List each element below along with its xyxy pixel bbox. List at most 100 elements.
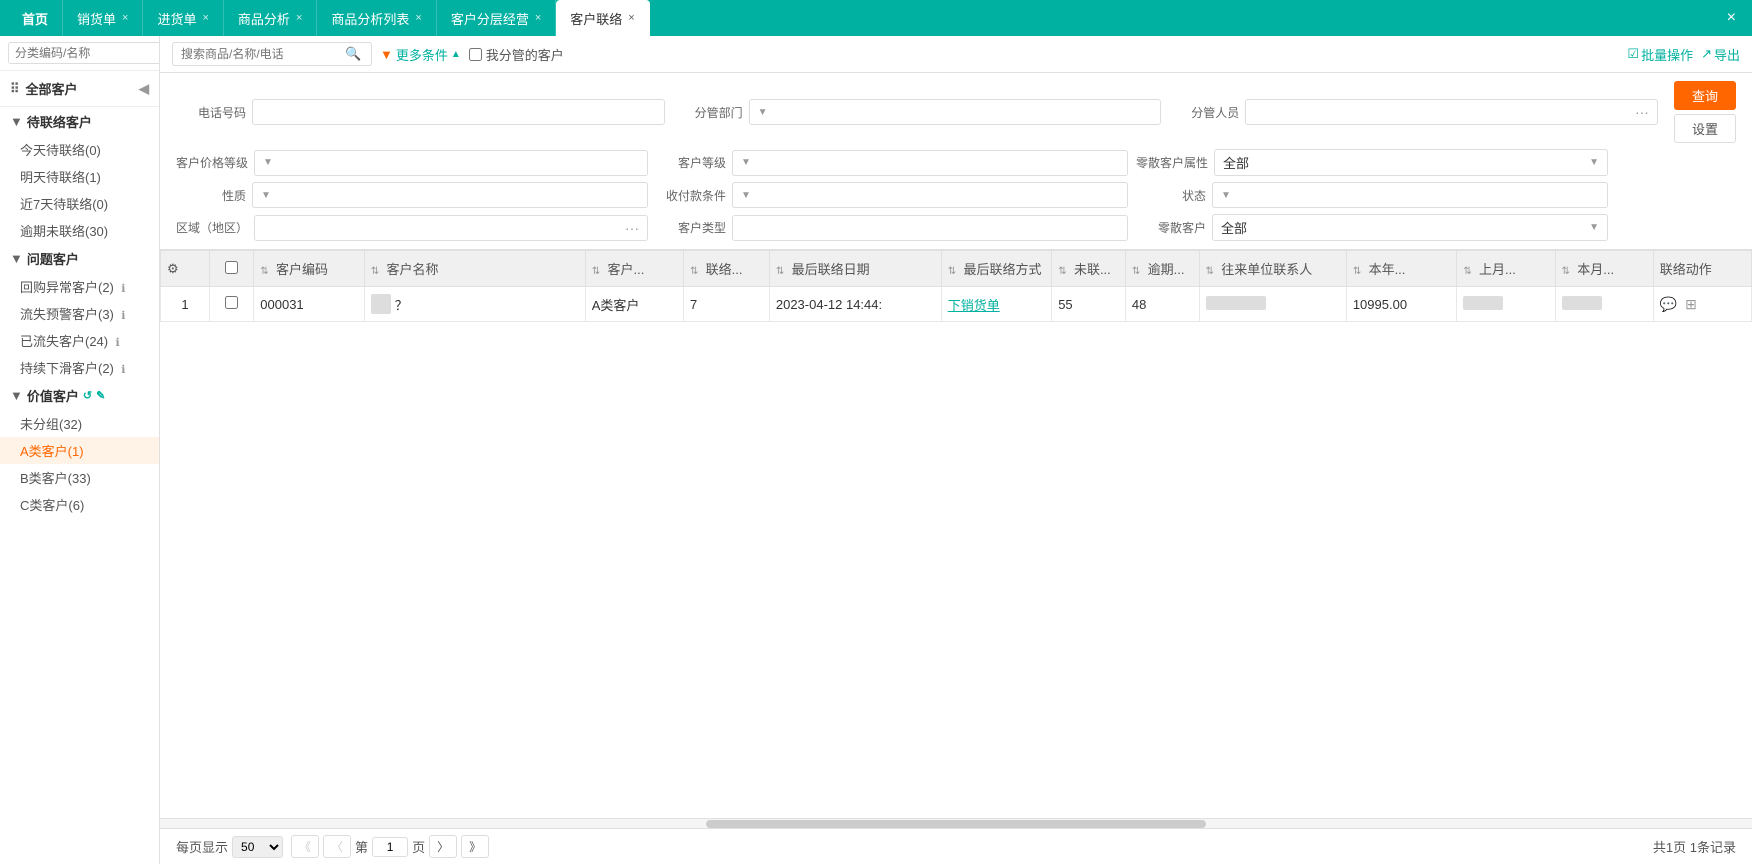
- th-contact[interactable]: ⇅ 联络...: [683, 251, 769, 287]
- page-nav: 《 〈 第 页 〉 》: [291, 835, 489, 858]
- filter-retail-attr-select[interactable]: 全部 ▼: [1214, 149, 1608, 176]
- close-app-button[interactable]: ×: [1719, 9, 1744, 27]
- th-grade[interactable]: ⇅ 客户...: [585, 251, 683, 287]
- per-page-area: 每页显示 50 20 100: [176, 836, 283, 858]
- filter-nature-select[interactable]: ▼: [252, 182, 648, 208]
- cell-last-month: [1457, 287, 1555, 322]
- comment-icon[interactable]: 💬: [1660, 296, 1677, 313]
- refresh-icon[interactable]: ↺: [83, 389, 92, 402]
- last-way-link[interactable]: 下销货单: [948, 298, 1000, 313]
- search-icon[interactable]: 🔍: [345, 46, 361, 62]
- edit-icon[interactable]: ✎: [96, 389, 105, 402]
- main-layout: 🔍 ⠿ 全部客户 ◀ ▼ 待联络客户 今天待联络(0) 明天待联络(1) 近7天…: [0, 36, 1752, 864]
- th-last-way[interactable]: ⇅ 最后联络方式: [941, 251, 1051, 287]
- qr-icon[interactable]: ⊞: [1685, 296, 1697, 313]
- filter-payment-select[interactable]: ▼: [732, 182, 1128, 208]
- nav-tab-purchase[interactable]: 进货单 ×: [143, 0, 223, 36]
- filter-customer-grade-select[interactable]: ▼: [732, 150, 1128, 176]
- prev-page-button[interactable]: 〈: [323, 835, 351, 858]
- last-page-button[interactable]: 》: [461, 835, 489, 858]
- batch-op-button[interactable]: ☑ 批量操作: [1627, 45, 1693, 64]
- search-box: 🔍: [172, 42, 372, 66]
- filter-retail-customer-select[interactable]: 全部 ▼: [1212, 214, 1608, 241]
- sidebar-item-abnormal[interactable]: 回购异常客户(2) ℹ: [0, 273, 159, 300]
- th-check[interactable]: [210, 251, 254, 287]
- nav-tab-home[interactable]: 首页: [8, 0, 63, 36]
- row-checkbox[interactable]: [225, 296, 238, 309]
- th-last-month[interactable]: ⇅ 上月...: [1457, 251, 1555, 287]
- checkbox-icon: ☑: [1627, 46, 1639, 62]
- filter-manager-select[interactable]: ···: [1245, 99, 1658, 125]
- search-input[interactable]: [181, 47, 341, 61]
- filter-price-grade-select[interactable]: ▼: [254, 150, 648, 176]
- th-name[interactable]: ⇅ 客户名称: [364, 251, 585, 287]
- per-page-select[interactable]: 50 20 100: [232, 836, 283, 858]
- next-page-button[interactable]: 〉: [429, 835, 457, 858]
- horizontal-scrollbar[interactable]: [160, 818, 1752, 828]
- th-this-year[interactable]: ⇅ 本年...: [1346, 251, 1456, 287]
- nav-tab-customer-contact[interactable]: 客户联络 ×: [556, 0, 649, 36]
- close-tab-customer-contact[interactable]: ×: [628, 12, 634, 24]
- my-customers-checkbox[interactable]: [469, 48, 482, 61]
- nav-tab-sales[interactable]: 销货单 ×: [63, 0, 143, 36]
- filter-customer-type-input[interactable]: [732, 215, 1128, 241]
- setting-button[interactable]: 设置: [1674, 114, 1736, 143]
- filter-customer-grade: 客户等级 ▼: [656, 150, 1128, 176]
- chevron-down-icon: ▼: [263, 157, 273, 168]
- sidebar-item-7days[interactable]: 近7天待联络(0): [0, 190, 159, 217]
- scrollbar-thumb[interactable]: [706, 820, 1206, 828]
- settings-icon[interactable]: ⚙: [167, 261, 179, 276]
- sidebar-item-today[interactable]: 今天待联络(0): [0, 136, 159, 163]
- filter-region-select[interactable]: ···: [254, 215, 648, 241]
- more-filter-button[interactable]: ▼ 更多条件 ▲: [380, 45, 461, 64]
- sidebar-item-overdue[interactable]: 逾期未联络(30): [0, 217, 159, 244]
- nav-tab-goods-analysis[interactable]: 商品分析 ×: [224, 0, 317, 36]
- th-last-date[interactable]: ⇅ 最后联络日期: [769, 251, 941, 287]
- sidebar-item-declining[interactable]: 持续下滑客户(2) ℹ: [0, 354, 159, 381]
- query-button[interactable]: 查询: [1674, 81, 1736, 110]
- arrow-icon: ▼: [10, 251, 23, 266]
- th-this-month[interactable]: ⇅ 本月...: [1555, 251, 1653, 287]
- th-overdue[interactable]: ⇅ 逾期...: [1125, 251, 1199, 287]
- filter-dept-select[interactable]: ▼: [749, 99, 1162, 125]
- sidebar-group-value[interactable]: ▼ 价值客户 ↺ ✎: [0, 381, 159, 410]
- my-customers-checkbox-area[interactable]: 我分管的客户: [469, 45, 564, 64]
- sidebar-item-a-class[interactable]: A类客户(1): [0, 437, 159, 464]
- sidebar-item-unclassified[interactable]: 未分组(32): [0, 410, 159, 437]
- close-tab-goods-analysis[interactable]: ×: [296, 12, 302, 24]
- info-icon: ℹ: [115, 337, 119, 349]
- top-nav: 首页 销货单 × 进货单 × 商品分析 × 商品分析列表 × 客户分层经营 × …: [0, 0, 1752, 36]
- close-tab-sales[interactable]: ×: [122, 12, 128, 24]
- th-contact-person[interactable]: ⇅ 往来单位联系人: [1199, 251, 1346, 287]
- nav-tab-goods-list[interactable]: 商品分析列表 ×: [317, 0, 436, 36]
- per-page-label: 每页显示: [176, 837, 228, 856]
- sidebar-group-problem[interactable]: ▼ 问题客户: [0, 244, 159, 273]
- cell-check[interactable]: [210, 287, 254, 322]
- select-all-checkbox[interactable]: [225, 261, 238, 274]
- sidebar-item-b-class[interactable]: B类客户(33): [0, 464, 159, 491]
- info-icon: ℹ: [121, 310, 125, 322]
- close-tab-goods-list[interactable]: ×: [415, 12, 421, 24]
- page-input[interactable]: [372, 837, 408, 857]
- sort-icon: ⇅: [1132, 266, 1140, 277]
- th-settings[interactable]: ⚙: [161, 251, 210, 287]
- nav-tab-customer-tier[interactable]: 客户分层经营 ×: [437, 0, 556, 36]
- filter-status-select[interactable]: ▼: [1212, 182, 1608, 208]
- sidebar-group-pending[interactable]: ▼ 待联络客户: [0, 107, 159, 136]
- sidebar-search-input[interactable]: [8, 42, 160, 64]
- export-button[interactable]: ↗ 导出: [1701, 45, 1740, 64]
- page-label2: 页: [412, 837, 425, 856]
- sidebar-item-warning[interactable]: 流失预警客户(3) ℹ: [0, 300, 159, 327]
- first-page-button[interactable]: 《: [291, 835, 319, 858]
- th-code[interactable]: ⇅ 客户编码: [254, 251, 364, 287]
- sort-icon: ⇅: [592, 266, 600, 277]
- sidebar-item-lost[interactable]: 已流失客户(24) ℹ: [0, 327, 159, 354]
- sidebar-collapse-icon[interactable]: ◀: [139, 81, 149, 97]
- sidebar-item-tomorrow[interactable]: 明天待联络(1): [0, 163, 159, 190]
- th-no-contact[interactable]: ⇅ 未联...: [1052, 251, 1126, 287]
- sidebar-all-customers-label[interactable]: 全部客户: [26, 79, 78, 98]
- close-tab-customer-tier[interactable]: ×: [535, 12, 541, 24]
- sidebar-item-c-class[interactable]: C类客户(6): [0, 491, 159, 518]
- filter-phone-input[interactable]: [252, 99, 665, 125]
- close-tab-purchase[interactable]: ×: [202, 12, 208, 24]
